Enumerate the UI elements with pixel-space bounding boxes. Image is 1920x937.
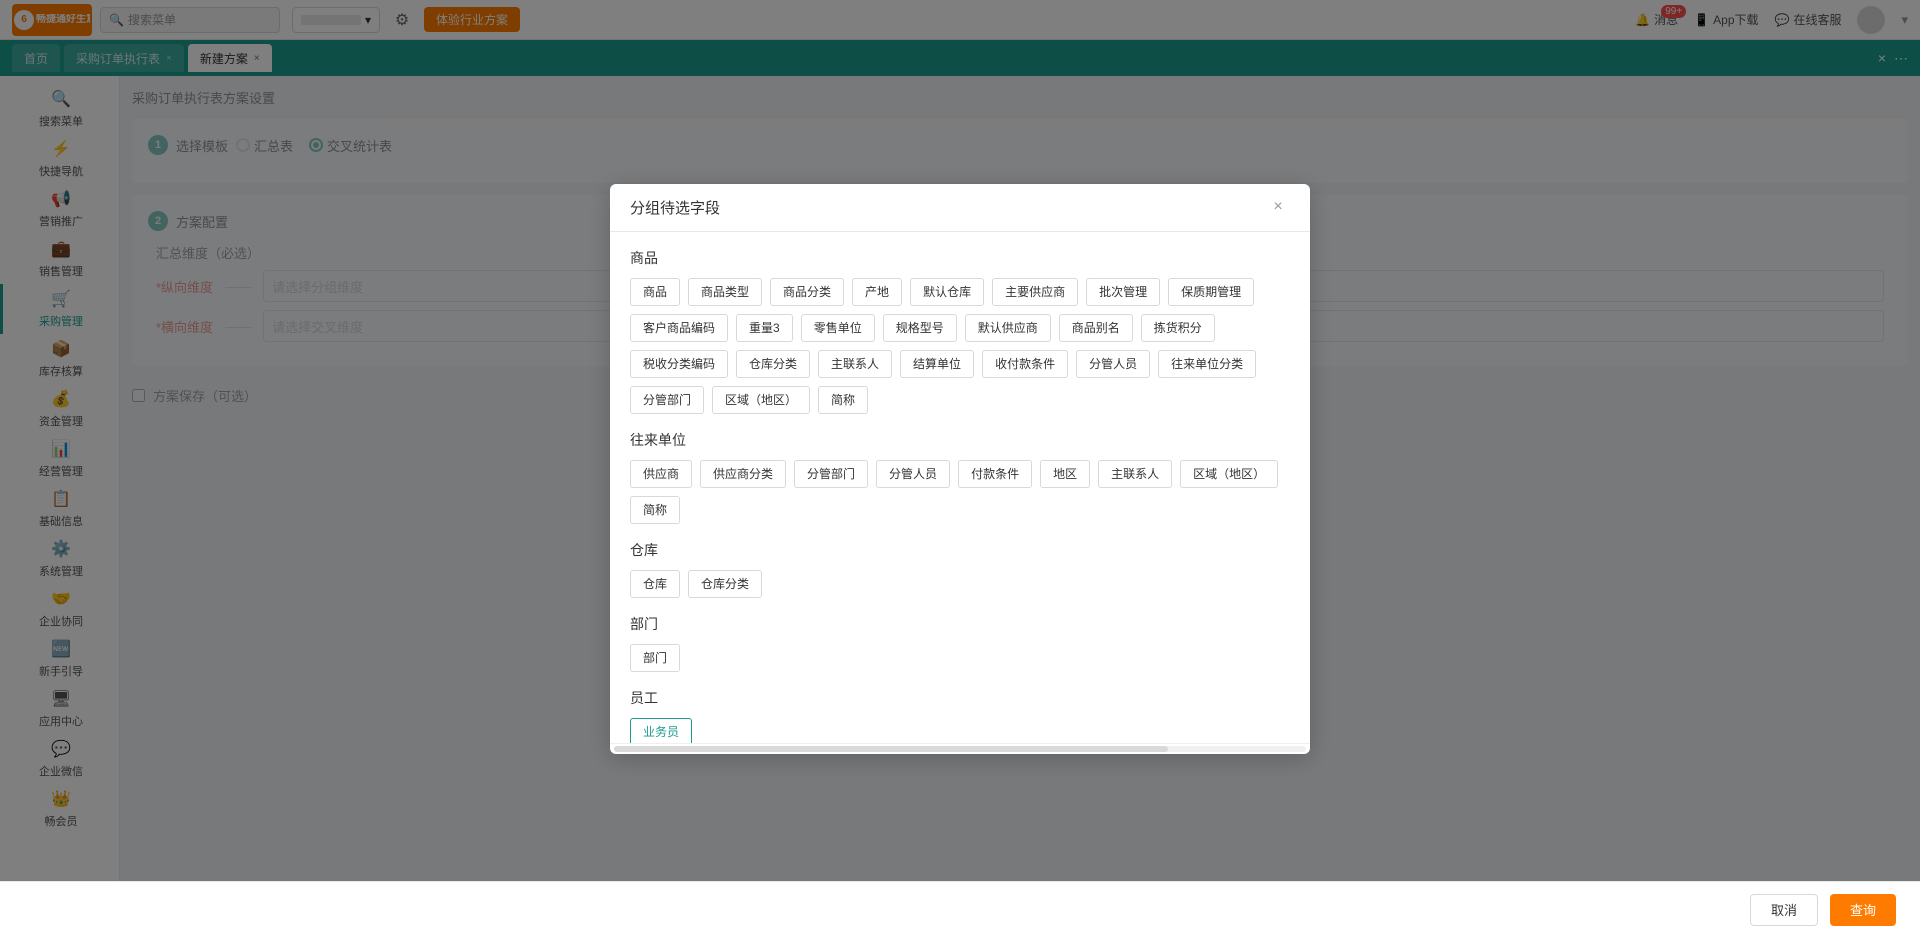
field-tag-warehouse-1[interactable]: 仓库分类 [688, 570, 762, 598]
field-tag-product-11[interactable]: 规格型号 [883, 314, 957, 342]
field-group-partner-title: 往来单位 [630, 430, 1290, 450]
modal-hscroll-track [614, 746, 1306, 752]
field-tag-partner-1[interactable]: 供应商分类 [700, 460, 786, 488]
field-tag-product-21[interactable]: 往来单位分类 [1158, 350, 1256, 378]
field-group-warehouse: 仓库 仓库 仓库分类 [630, 540, 1290, 598]
field-group-department-title: 部门 [630, 614, 1290, 634]
modal-title: 分组待选字段 [630, 197, 720, 218]
field-tag-product-6[interactable]: 批次管理 [1086, 278, 1160, 306]
field-tag-product-15[interactable]: 税收分类编码 [630, 350, 728, 378]
modal-close-btn[interactable]: × [1266, 195, 1290, 219]
staff-fields: 业务员 [630, 718, 1290, 743]
field-group-partner: 往来单位 供应商 供应商分类 分管部门 分管人员 付款条件 地区 主联系人 区域… [630, 430, 1290, 524]
modal-overlay: 分组待选字段 × 商品 商品 商品类型 商品分类 产地 默认仓库 主要供应商 批… [0, 0, 1920, 937]
field-tag-partner-7[interactable]: 区域（地区） [1180, 460, 1278, 488]
field-tag-product-17[interactable]: 主联系人 [818, 350, 892, 378]
modal-hscroll-area [610, 743, 1310, 754]
field-tag-product-9[interactable]: 重量3 [736, 314, 793, 342]
field-tag-product-13[interactable]: 商品别名 [1059, 314, 1133, 342]
field-group-department: 部门 部门 [630, 614, 1290, 672]
field-tag-product-4[interactable]: 默认仓库 [910, 278, 984, 306]
field-tag-product-16[interactable]: 仓库分类 [736, 350, 810, 378]
field-group-warehouse-title: 仓库 [630, 540, 1290, 560]
field-tag-product-7[interactable]: 保质期管理 [1168, 278, 1254, 306]
field-tag-product-20[interactable]: 分管人员 [1076, 350, 1150, 378]
field-tag-product-24[interactable]: 简称 [818, 386, 868, 414]
field-tag-partner-4[interactable]: 付款条件 [958, 460, 1032, 488]
field-tag-product-12[interactable]: 默认供应商 [965, 314, 1051, 342]
cancel-button[interactable]: 取消 [1750, 894, 1818, 926]
field-tag-product-23[interactable]: 区域（地区） [712, 386, 810, 414]
field-tag-warehouse-0[interactable]: 仓库 [630, 570, 680, 598]
field-tag-product-0[interactable]: 商品 [630, 278, 680, 306]
department-fields: 部门 [630, 644, 1290, 672]
confirm-button[interactable]: 查询 [1830, 894, 1896, 926]
field-tag-product-1[interactable]: 商品类型 [688, 278, 762, 306]
warehouse-fields: 仓库 仓库分类 [630, 570, 1290, 598]
field-tag-partner-2[interactable]: 分管部门 [794, 460, 868, 488]
field-tag-partner-3[interactable]: 分管人员 [876, 460, 950, 488]
modal-body[interactable]: 商品 商品 商品类型 商品分类 产地 默认仓库 主要供应商 批次管理 保质期管理… [610, 232, 1310, 743]
field-tag-product-14[interactable]: 拣货积分 [1141, 314, 1215, 342]
product-fields: 商品 商品类型 商品分类 产地 默认仓库 主要供应商 批次管理 保质期管理 客户… [630, 278, 1290, 414]
field-selection-modal: 分组待选字段 × 商品 商品 商品类型 商品分类 产地 默认仓库 主要供应商 批… [610, 184, 1310, 754]
partner-fields: 供应商 供应商分类 分管部门 分管人员 付款条件 地区 主联系人 区域（地区） … [630, 460, 1290, 524]
field-tag-product-19[interactable]: 收付款条件 [982, 350, 1068, 378]
field-group-staff-title: 员工 [630, 688, 1290, 708]
field-tag-partner-5[interactable]: 地区 [1040, 460, 1090, 488]
modal-hscroll-thumb[interactable] [614, 746, 1168, 752]
field-tag-product-22[interactable]: 分管部门 [630, 386, 704, 414]
field-tag-staff-0[interactable]: 业务员 [630, 718, 692, 743]
field-tag-partner-6[interactable]: 主联系人 [1098, 460, 1172, 488]
field-group-product-title: 商品 [630, 248, 1290, 268]
field-tag-product-18[interactable]: 结算单位 [900, 350, 974, 378]
field-tag-partner-0[interactable]: 供应商 [630, 460, 692, 488]
field-tag-department-0[interactable]: 部门 [630, 644, 680, 672]
field-tag-partner-8[interactable]: 简称 [630, 496, 680, 524]
field-tag-product-8[interactable]: 客户商品编码 [630, 314, 728, 342]
field-tag-product-10[interactable]: 零售单位 [801, 314, 875, 342]
field-group-staff: 员工 业务员 [630, 688, 1290, 743]
field-tag-product-3[interactable]: 产地 [852, 278, 902, 306]
field-tag-product-2[interactable]: 商品分类 [770, 278, 844, 306]
field-group-product: 商品 商品 商品类型 商品分类 产地 默认仓库 主要供应商 批次管理 保质期管理… [630, 248, 1290, 414]
field-tag-product-5[interactable]: 主要供应商 [992, 278, 1078, 306]
footer-bar: 取消 查询 [0, 881, 1920, 937]
modal-header: 分组待选字段 × [610, 184, 1310, 232]
